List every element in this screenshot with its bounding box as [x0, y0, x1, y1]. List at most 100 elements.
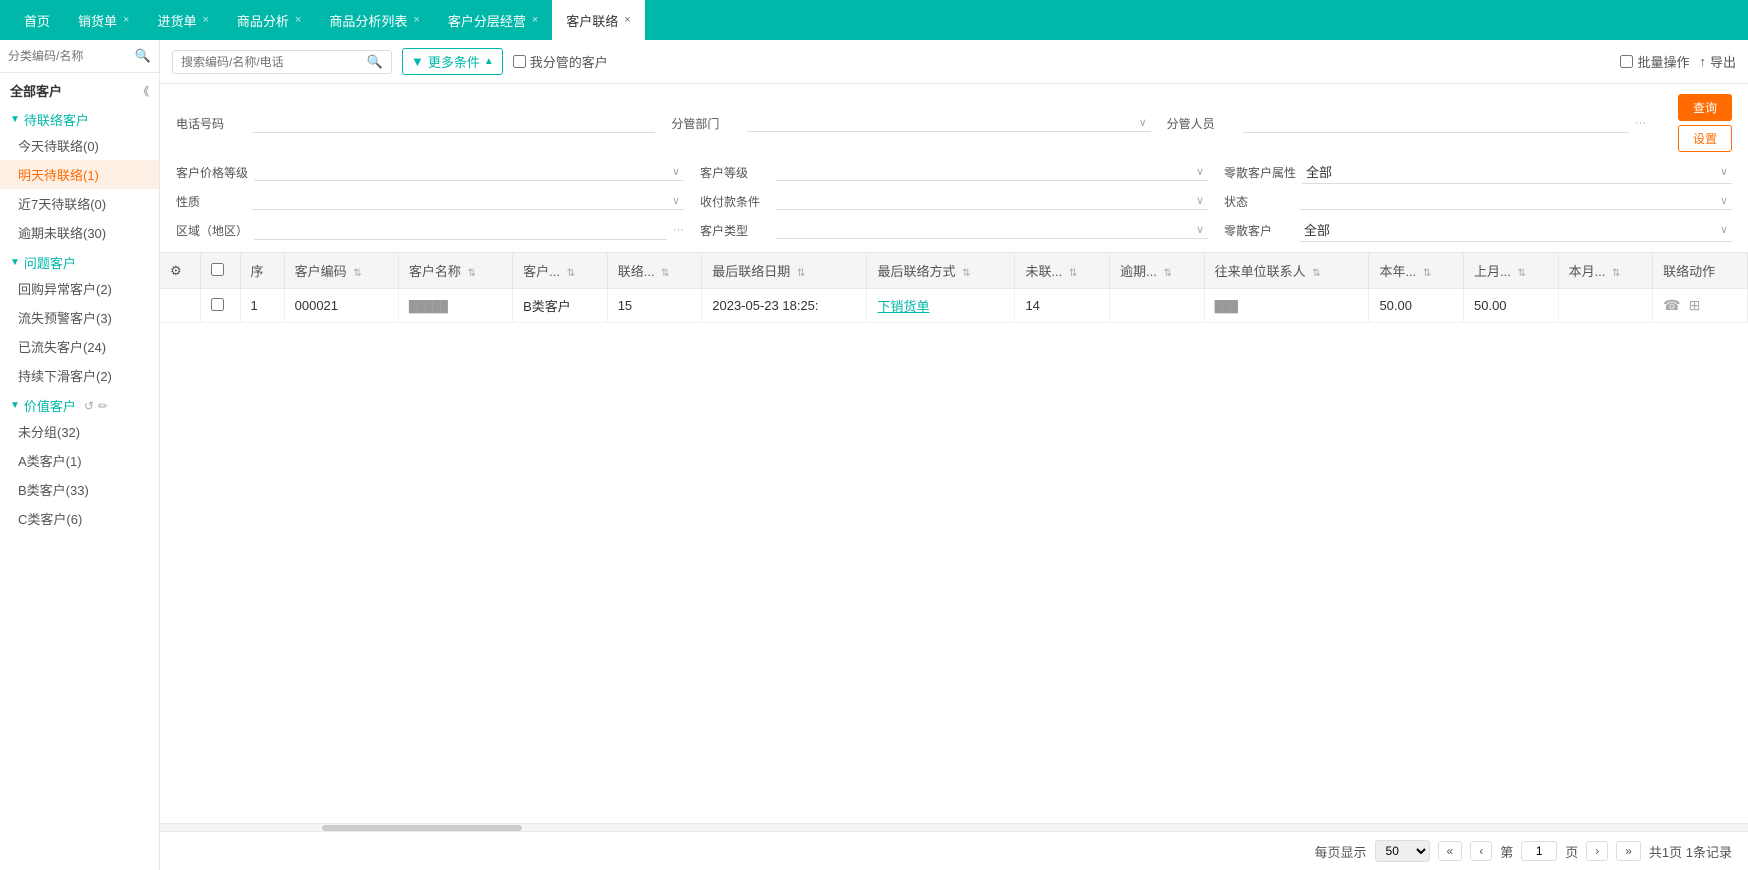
close-icon[interactable]: × — [532, 14, 538, 26]
sidebar-item-class-c[interactable]: C类客户(6) — [0, 504, 159, 533]
settings-icon[interactable]: ⚙ — [170, 263, 182, 278]
th-last-month: 上月... ⇅ — [1464, 253, 1559, 289]
close-icon[interactable]: × — [295, 14, 301, 26]
filter-customer-level: 客户等级 ∨ — [700, 163, 1208, 181]
edit-icon[interactable]: ✏ — [98, 399, 108, 413]
reset-btn[interactable]: 设置 — [1678, 125, 1732, 152]
chevron-down-icon: ∨ — [1196, 223, 1204, 236]
region-input[interactable] — [254, 221, 667, 240]
sidebar-item-repurchase-abnormal[interactable]: 回购异常客户(2) — [0, 274, 159, 303]
sort-icon[interactable]: ⇅ — [353, 268, 361, 279]
close-icon[interactable]: × — [413, 14, 419, 26]
phone-input[interactable] — [252, 114, 655, 133]
row-checkbox[interactable] — [211, 298, 224, 311]
nav-product-analysis-list[interactable]: 商品分析列表 × — [315, 0, 433, 40]
batch-op-checkbox[interactable] — [1620, 55, 1633, 68]
td-unit-contact: ███ — [1204, 289, 1369, 323]
close-icon[interactable]: × — [624, 14, 630, 26]
filter-payment: 收付款条件 ∨ — [700, 192, 1208, 210]
customer-type-select[interactable]: ∨ — [776, 221, 1208, 239]
filter-phone: 电话号码 — [176, 114, 655, 133]
my-customers-checkbox[interactable] — [513, 55, 526, 68]
sort-icon[interactable]: ⇅ — [1517, 268, 1525, 279]
page-number-input[interactable] — [1521, 841, 1557, 861]
close-icon[interactable]: × — [202, 14, 208, 26]
nav-sales-order[interactable]: 销货单 × — [64, 0, 143, 40]
manager-input[interactable] — [1243, 114, 1629, 133]
td-no: 1 — [240, 289, 284, 323]
filter-retail-attr: 零散客户属性 全部 ∨ — [1224, 160, 1732, 184]
sort-icon[interactable]: ⇅ — [962, 268, 970, 279]
export-icon: ↑ — [1699, 54, 1706, 69]
next-page-btn[interactable]: › — [1586, 841, 1608, 861]
retail-customer-select[interactable]: 全部 ∨ — [1300, 218, 1732, 242]
close-icon[interactable]: × — [123, 14, 129, 26]
nav-product-analysis[interactable]: 商品分析 × — [223, 0, 315, 40]
sort-icon[interactable]: ⇅ — [567, 268, 575, 279]
sidebar-item-today-contact[interactable]: 今天待联络(0) — [0, 131, 159, 160]
page-size-select[interactable]: 50 100 200 — [1375, 840, 1430, 862]
sidebar-search-input[interactable] — [8, 49, 131, 63]
collapse-icon[interactable]: 《 — [138, 83, 149, 99]
sidebar-item-overdue-contact[interactable]: 逾期未联络(30) — [0, 218, 159, 247]
export-btn[interactable]: ↑ 导出 — [1699, 52, 1736, 71]
scrollbar-thumb[interactable] — [322, 825, 522, 831]
retail-attr-select[interactable]: 全部 ∨ — [1302, 160, 1732, 184]
contact-type-link[interactable]: 下销货单 — [877, 299, 929, 314]
td-overdue — [1110, 289, 1205, 323]
more-icon[interactable]: ··· — [1635, 117, 1646, 129]
sort-icon[interactable]: ⇅ — [1163, 268, 1171, 279]
last-page-btn[interactable]: » — [1616, 841, 1641, 861]
search-icon[interactable]: 🔍 — [135, 48, 151, 64]
action-icon-2[interactable]: ⊞ — [1689, 297, 1701, 314]
th-this-month: 本月... ⇅ — [1558, 253, 1653, 289]
search-box: 🔍 — [172, 50, 392, 74]
batch-op-btn[interactable]: 批量操作 — [1620, 52, 1689, 71]
dept-select[interactable]: ∨ — [747, 114, 1150, 132]
first-page-btn[interactable]: « — [1438, 841, 1463, 861]
status-select[interactable]: ∨ — [1300, 192, 1732, 210]
nav-home[interactable]: 首页 — [10, 0, 64, 40]
sidebar-item-ungrouped[interactable]: 未分组(32) — [0, 417, 159, 446]
customer-level-select[interactable]: ∨ — [776, 163, 1208, 181]
chevron-down-icon: ∨ — [1720, 194, 1728, 207]
sort-icon[interactable]: ⇅ — [1423, 268, 1431, 279]
payment-select[interactable]: ∨ — [776, 192, 1208, 210]
query-btn[interactable]: 查询 — [1678, 94, 1732, 121]
select-all-checkbox[interactable] — [211, 263, 224, 276]
sidebar-item-class-a[interactable]: A类客户(1) — [0, 446, 159, 475]
my-customers-filter: 我分管的客户 — [513, 52, 608, 71]
horizontal-scrollbar[interactable] — [160, 823, 1748, 831]
more-filter-btn[interactable]: ▼ 更多条件 ▲ — [402, 48, 503, 75]
more-icon[interactable]: ··· — [673, 224, 684, 236]
th-code: 客户编码 ⇅ — [284, 253, 398, 289]
prev-page-btn[interactable]: ‹ — [1470, 841, 1492, 861]
sidebar-item-churn-warning[interactable]: 流失预警客户(3) — [0, 303, 159, 332]
sidebar-item-churned[interactable]: 已流失客户(24) — [0, 332, 159, 361]
sidebar-item-class-b[interactable]: B类客户(33) — [0, 475, 159, 504]
sort-icon[interactable]: ⇅ — [661, 268, 669, 279]
sort-icon[interactable]: ⇅ — [1612, 268, 1620, 279]
filter-manager: 分管人员 ··· — [1167, 114, 1646, 133]
gender-select[interactable]: ∨ — [252, 192, 684, 210]
table-container: ⚙ 序 客户编码 ⇅ 客户名称 ⇅ — [160, 253, 1748, 823]
refresh-icon[interactable]: ↺ — [84, 399, 94, 413]
sort-icon[interactable]: ⇅ — [468, 268, 476, 279]
search-input[interactable] — [181, 55, 367, 69]
chevron-up-icon: ▲ — [484, 56, 494, 67]
nav-customer-contact[interactable]: 客户联络 × — [552, 0, 644, 40]
sidebar-item-declining[interactable]: 持续下滑客户(2) — [0, 361, 159, 390]
sidebar-search-bar: 🔍 — [0, 40, 159, 73]
search-icon[interactable]: 🔍 — [367, 54, 383, 70]
chevron-down-icon: ∨ — [672, 194, 680, 207]
th-overdue: 逾期... ⇅ — [1110, 253, 1205, 289]
nav-customer-stratify[interactable]: 客户分层经营 × — [434, 0, 552, 40]
customer-value-select[interactable]: ∨ — [254, 163, 684, 181]
sort-icon[interactable]: ⇅ — [797, 268, 805, 279]
nav-purchase-order[interactable]: 进货单 × — [143, 0, 222, 40]
action-icon-1[interactable]: ☎ — [1663, 297, 1680, 314]
sidebar-item-7days-contact[interactable]: 近7天待联络(0) — [0, 189, 159, 218]
sort-icon[interactable]: ⇅ — [1069, 268, 1077, 279]
sort-icon[interactable]: ⇅ — [1312, 268, 1320, 279]
sidebar-item-tomorrow-contact[interactable]: 明天待联络(1) — [0, 160, 159, 189]
